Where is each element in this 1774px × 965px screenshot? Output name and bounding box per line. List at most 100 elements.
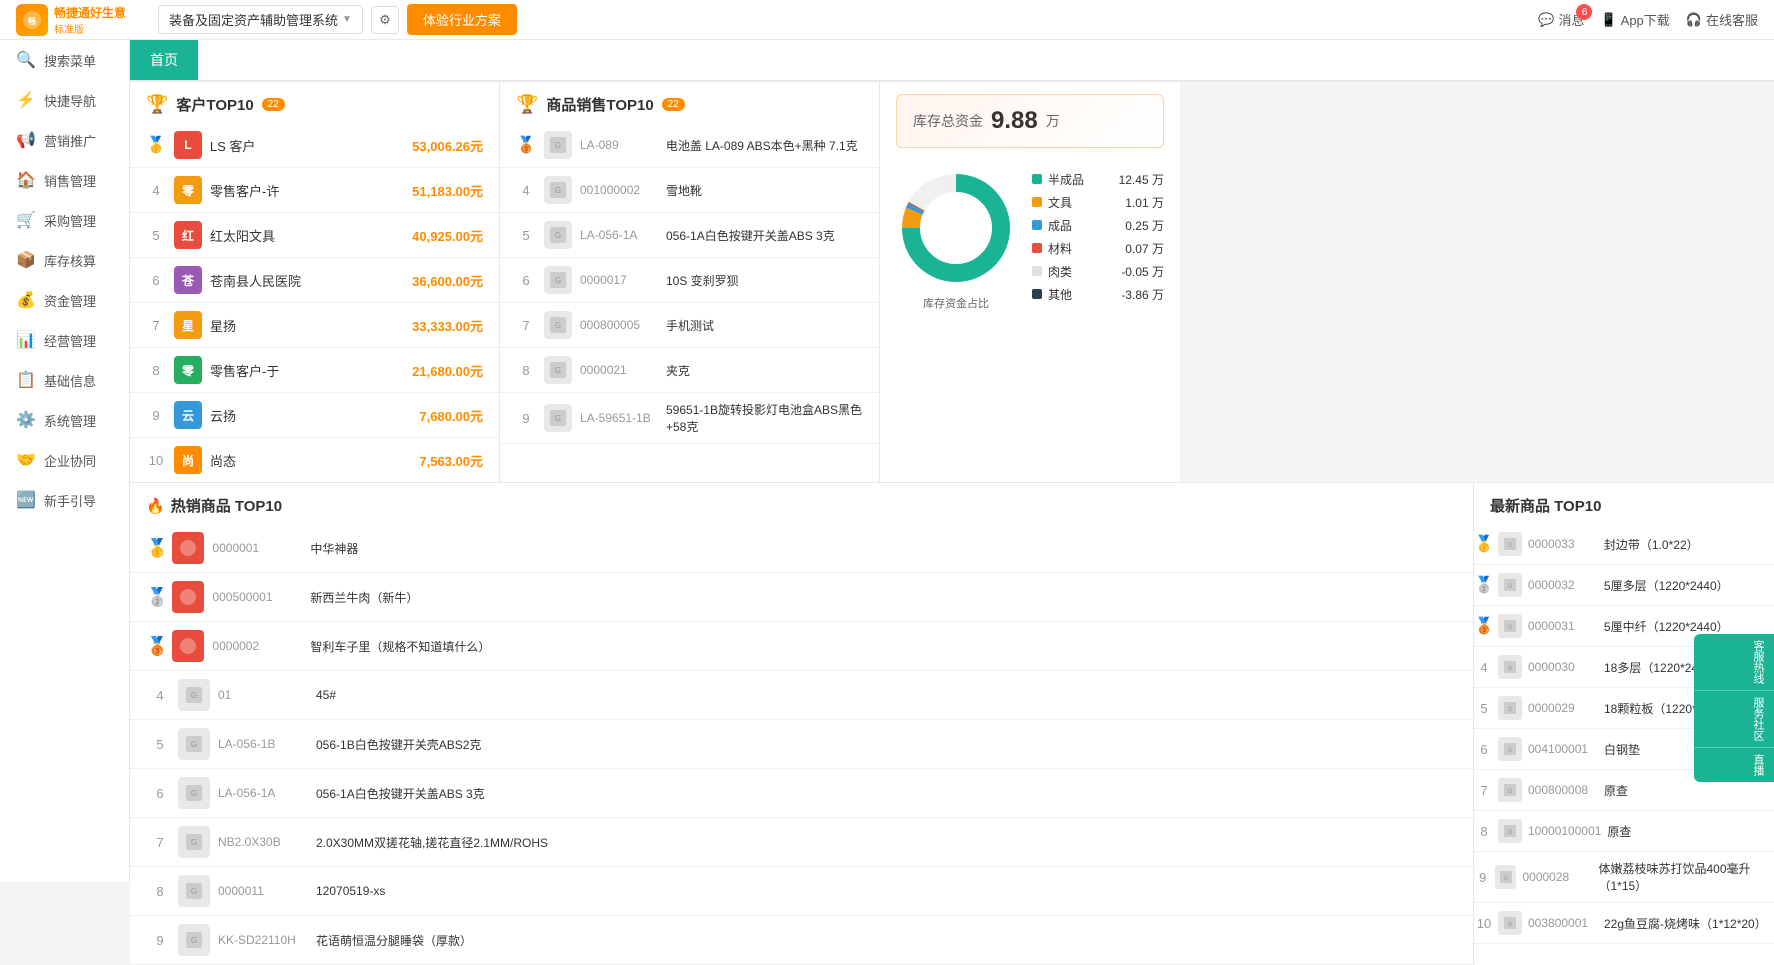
legend-dot xyxy=(1032,243,1042,253)
rank-number: 8 xyxy=(146,884,174,899)
system-selector[interactable]: 装备及固定资产辅助管理系统 ▼ xyxy=(158,5,363,34)
fire-icon: 🔥 xyxy=(146,497,165,515)
product-name: 雪地靴 xyxy=(666,182,863,199)
customer-avatar: 云 xyxy=(174,401,202,429)
phone-icon: 📱 xyxy=(1600,12,1616,28)
product-img-placeholder: G xyxy=(178,875,210,907)
sidebar-item-finance[interactable]: 💰 资金管理 xyxy=(0,280,129,320)
customer-service-btn[interactable]: 客服热线 xyxy=(1694,634,1774,691)
new-product-code: 0000033 xyxy=(1528,537,1598,551)
sidebar-item-quick[interactable]: ⚡快捷导航 xyxy=(0,80,129,120)
content-wrapper: 🏆 客户TOP10 22 🥇 L LS 客户 53,006.26元 4 零 零售… xyxy=(130,82,1774,482)
new-product-code: 10000100001 xyxy=(1528,824,1601,838)
product-sales-row: 🥉 G LA-089 电池盖 LA-089 ABS本色+黑种 7.1克 xyxy=(500,123,879,168)
silver-medal-icon: 🥈 xyxy=(1474,575,1494,595)
message-badge: 6 xyxy=(1576,4,1592,20)
hot-product-row: 🥉 0000002 智利车子里（规格不知道填什么） xyxy=(130,622,1473,671)
rank-number: 7 xyxy=(146,835,174,850)
sidebar-item-search[interactable]: 🔍搜索菜单 xyxy=(0,40,129,80)
app-download-button[interactable]: 📱 App下载 xyxy=(1600,10,1669,29)
logo: 畅 畅捷通好生意 标准版 xyxy=(16,4,146,36)
customer-row: 9 云 云扬 7,680.00元 xyxy=(130,393,499,438)
new-product-name: 5厘多层（1220*2440） xyxy=(1604,577,1729,594)
svg-text:G: G xyxy=(191,936,197,945)
new-product-code: 0000031 xyxy=(1528,619,1598,633)
hot-product-name: 45# xyxy=(316,688,1457,702)
customer-amount: 7,680.00元 xyxy=(419,406,483,425)
new-product-row: 8 G 10000100001 原查 xyxy=(1474,811,1774,852)
sidebar-item-system[interactable]: ⚙️系统管理 xyxy=(0,400,129,440)
hot-product-name: 12070519-xs xyxy=(316,884,1457,898)
hot-product-name: 中华神器 xyxy=(310,540,1457,557)
legend-item: 成品 0.25 万 xyxy=(1032,217,1164,234)
app-download-label: App下载 xyxy=(1621,10,1670,29)
messages-button[interactable]: 💬 消息 6 xyxy=(1538,10,1584,29)
legend-value: -3.86 万 xyxy=(1121,286,1164,303)
customer-name: 零售客户-于 xyxy=(210,361,412,380)
sidebar-item-inventory[interactable]: 📦库存核算 xyxy=(0,240,129,280)
legend-name: 成品 xyxy=(1048,217,1119,234)
live-btn[interactable]: 直播 xyxy=(1694,748,1774,782)
message-icon: 💬 xyxy=(1538,12,1554,28)
product-code: LA-59651-1B xyxy=(580,411,660,425)
svg-text:G: G xyxy=(1504,876,1509,882)
logo-text: 畅捷通好生意 标准版 xyxy=(54,4,126,36)
customer-name: LS 客户 xyxy=(210,136,412,155)
sidebar-item-purchase[interactable]: 🛒采购管理 xyxy=(0,200,129,240)
new-product-row: 10 G 003800001 22g鱼豆腐-烧烤味（1*12*20） xyxy=(1474,903,1774,944)
sidebar-label-basic: 基础信息 xyxy=(44,371,96,390)
sidebar-item-marketing[interactable]: 📢营销推广 xyxy=(0,120,129,160)
product-img-placeholder: G xyxy=(178,924,210,956)
product-sales-row: 5 G LA-056-1A 056-1A白色按键开关盖ABS 3克 xyxy=(500,213,879,258)
customer-amount: 7,563.00元 xyxy=(419,451,483,470)
new-product-name: 封边带（1.0*22） xyxy=(1604,536,1699,553)
svg-text:G: G xyxy=(1508,707,1513,713)
gear-button[interactable]: ⚙ xyxy=(371,6,399,34)
new-products-title: 最新商品 TOP10 xyxy=(1490,495,1601,516)
donut-chart xyxy=(896,168,1016,288)
legend-item: 材料 0.07 万 xyxy=(1032,240,1164,257)
new-product-img: G xyxy=(1498,532,1522,556)
hot-product-name: 花语萌恒温分腿睡袋（厚款） xyxy=(316,932,1457,949)
rank-number: 8 xyxy=(1474,824,1494,839)
product-name: 10S 变刹罗狈 xyxy=(666,272,863,289)
customer-name: 星扬 xyxy=(210,316,412,335)
customer-amount: 36,600.00元 xyxy=(412,271,483,290)
product-img-placeholder: G xyxy=(178,777,210,809)
online-service-button[interactable]: 🎧 在线客服 xyxy=(1686,10,1758,29)
sidebar-label-marketing: 营销推广 xyxy=(44,131,96,150)
sidebar-label-newbie: 新手引导 xyxy=(44,491,96,510)
rank-number: 5 xyxy=(516,228,536,243)
sidebar-icon-finance: 💰 xyxy=(16,290,36,310)
svg-text:G: G xyxy=(555,321,561,330)
product-name: 手机测试 xyxy=(666,317,863,334)
legend-value: 0.07 万 xyxy=(1125,240,1164,257)
sidebar-icon-operation: 📊 xyxy=(16,330,36,350)
legend-dot xyxy=(1032,289,1042,299)
product-img-placeholder: G xyxy=(178,826,210,858)
nav-bar: 首页 xyxy=(130,40,1774,82)
topbar-center: 装备及固定资产辅助管理系统 ▼ ⚙ 体验行业方案 xyxy=(158,4,1526,35)
service-community-btn[interactable]: 服务社区 xyxy=(1694,691,1774,748)
sidebar-icon-purchase: 🛒 xyxy=(16,210,36,230)
trial-button[interactable]: 体验行业方案 xyxy=(407,4,517,35)
sidebar-item-basic[interactable]: 📋基础信息 xyxy=(0,360,129,400)
hot-product-code: 0000011 xyxy=(218,884,308,898)
sidebar-item-newbie[interactable]: 🆕 新手引导 xyxy=(0,480,129,520)
svg-text:G: G xyxy=(1508,830,1513,836)
sidebar-item-enterprise[interactable]: 🤝企业协同 xyxy=(0,440,129,480)
new-product-img: G xyxy=(1498,655,1522,679)
product-image: G xyxy=(544,176,572,204)
sidebar-label-finance: 资金管理 xyxy=(44,291,96,310)
headset-icon: 🎧 xyxy=(1686,12,1702,28)
customer-row: 7 星 星扬 33,333.00元 xyxy=(130,303,499,348)
nav-item-home[interactable]: 首页 xyxy=(130,40,198,80)
legend-dot xyxy=(1032,174,1042,184)
sidebar-icon-newbie: 🆕 xyxy=(16,490,36,510)
rank-number: 4 xyxy=(146,688,174,703)
sidebar-item-operation[interactable]: 📊经营管理 xyxy=(0,320,129,360)
sidebar-item-sales[interactable]: 🏠销售管理 xyxy=(0,160,129,200)
customer-row: 🥇 L LS 客户 53,006.26元 xyxy=(130,123,499,168)
legend-dot xyxy=(1032,197,1042,207)
legend-value: 12.45 万 xyxy=(1119,171,1164,188)
